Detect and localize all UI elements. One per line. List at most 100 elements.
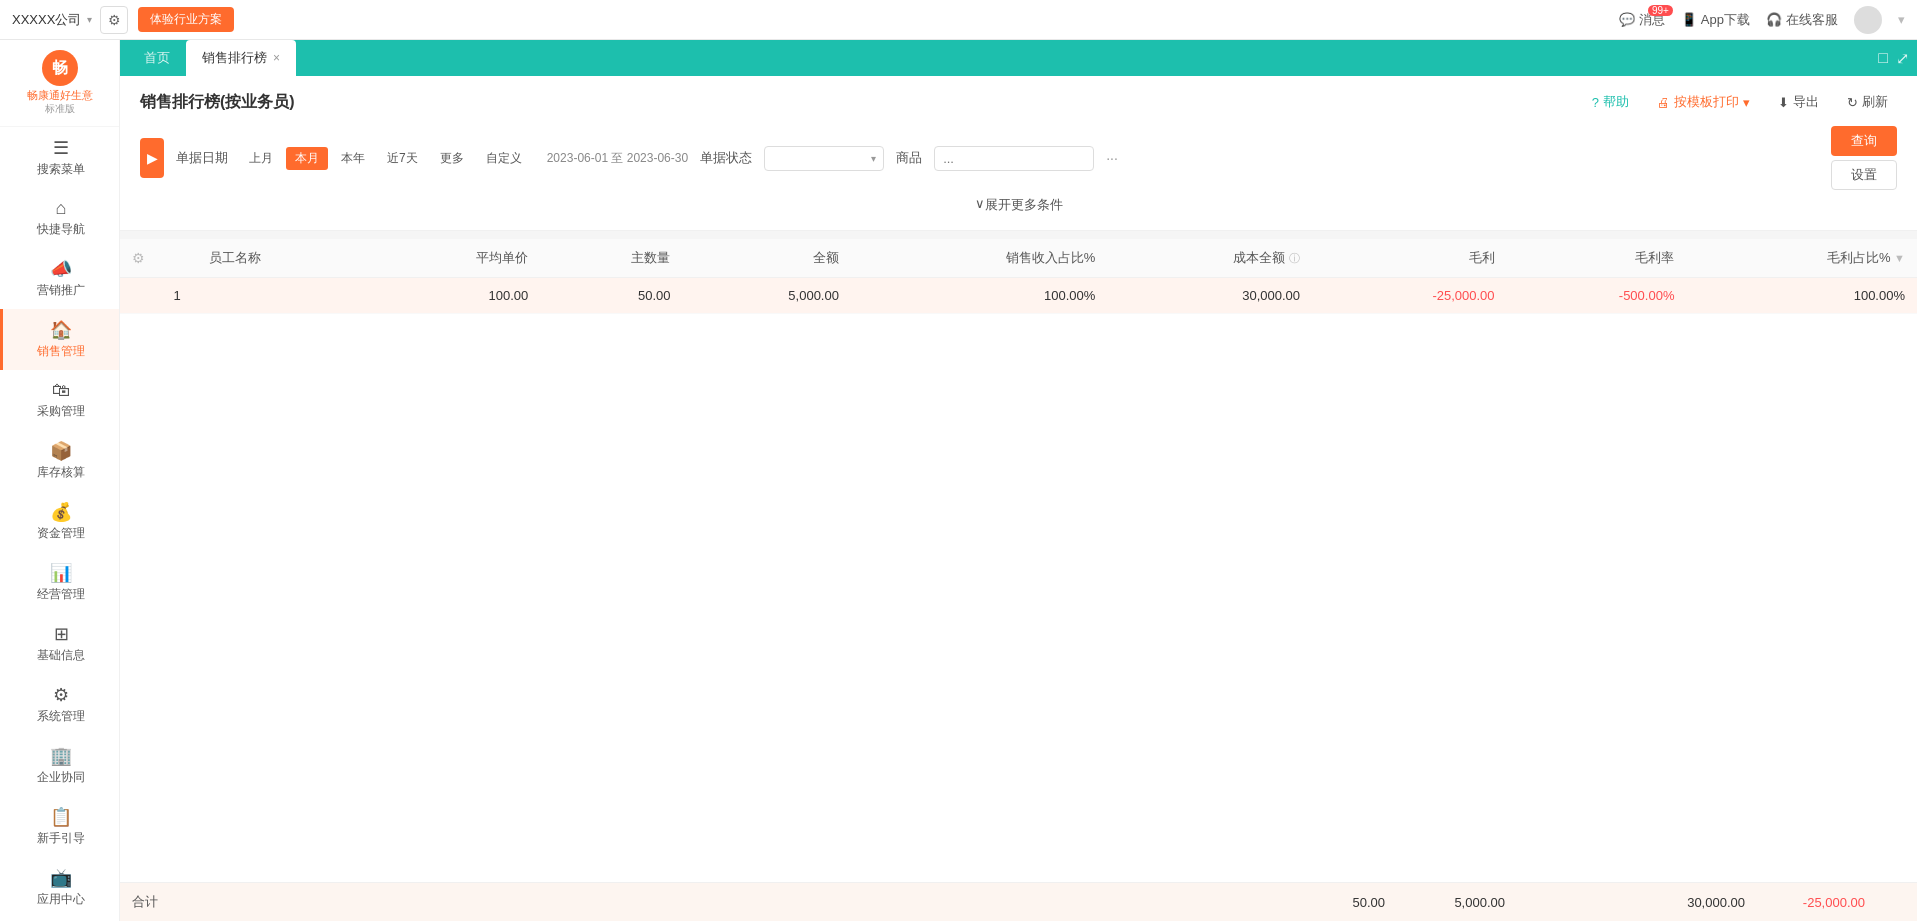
- date-tab-custom[interactable]: 自定义: [477, 147, 531, 170]
- page-content: 销售排行榜(按业务员) ? 帮助 🖨 按模板打印 ▾ ⬇ 导出: [120, 76, 1917, 921]
- company-chevron-icon: ▾: [87, 14, 92, 25]
- sales-icon: 🏠: [50, 319, 72, 341]
- trial-button[interactable]: 体验行业方案: [138, 7, 234, 32]
- filter-area: ▶ 单据日期 上月 本月 本年 近7天 更多 自定义 2023-06-01 至 …: [120, 116, 1917, 231]
- cell-amount-0: 5,000.00: [682, 278, 850, 314]
- tab-home-label: 首页: [144, 49, 170, 67]
- date-tab-more[interactable]: 更多: [431, 147, 473, 170]
- filter-settings-button[interactable]: 设置: [1831, 160, 1897, 190]
- filter-toggle-button[interactable]: ▶: [140, 138, 164, 178]
- col-avg-price-header: 平均单价: [369, 239, 541, 278]
- chevron-down-icon: ∨: [975, 196, 985, 214]
- col-settings[interactable]: ⚙: [120, 239, 157, 278]
- expand-more-conditions[interactable]: ∨ 展开更多条件: [140, 190, 1897, 220]
- logo-text: 畅康通好生意: [27, 88, 93, 102]
- more-filter-icon[interactable]: ···: [1106, 150, 1118, 166]
- date-tab-current-year[interactable]: 本年: [332, 147, 374, 170]
- date-tab-prev-month[interactable]: 上月: [240, 147, 282, 170]
- col-amount-header: 全额: [682, 239, 850, 278]
- tab-maximize-icon[interactable]: ⤢: [1896, 49, 1909, 68]
- cell-gross-0: -25,000.00: [1312, 278, 1507, 314]
- cell-qty-0: 50.00: [540, 278, 682, 314]
- query-button[interactable]: 查询: [1831, 126, 1897, 156]
- app-download-button[interactable]: 📱 App下载: [1681, 11, 1750, 29]
- col-name-header: 员工名称: [197, 239, 369, 278]
- tab-close-icon[interactable]: ×: [273, 51, 280, 65]
- sidebar-label-search: 搜索菜单: [37, 161, 85, 178]
- sidebar-item-basic[interactable]: ⊞ 基础信息: [0, 613, 119, 674]
- totals-cost: 30,000.00: [1665, 895, 1745, 910]
- cell-name-0: [197, 278, 369, 314]
- collab-icon: 🏢: [50, 745, 72, 767]
- sidebar-label-system: 系统管理: [37, 708, 85, 725]
- date-filter-label: 单据日期: [176, 149, 228, 167]
- sidebar-item-purchase[interactable]: 🛍 采购管理: [0, 370, 119, 430]
- goods-input[interactable]: [934, 146, 1094, 171]
- avatar[interactable]: [1854, 6, 1882, 34]
- tab-window-icon[interactable]: □: [1878, 49, 1888, 68]
- gross-pct-info-icon[interactable]: ▼: [1894, 252, 1905, 264]
- sidebar-item-marketing[interactable]: 📣 营销推广: [0, 248, 119, 309]
- sidebar-item-finance[interactable]: 💰 资金管理: [0, 491, 119, 552]
- sidebar-item-guide[interactable]: 📋 新手引导: [0, 796, 119, 857]
- cost-info-icon[interactable]: ⓘ: [1289, 252, 1300, 264]
- col-gross-header: 毛利: [1312, 239, 1507, 278]
- table-gear-icon[interactable]: ⚙: [132, 250, 145, 266]
- tab-sales-rank-label: 销售排行榜: [202, 49, 267, 67]
- company-name: XXXXX公司: [12, 11, 81, 29]
- print-label: 按模板打印: [1674, 93, 1739, 111]
- sidebar-item-inventory[interactable]: 📦 库存核算: [0, 430, 119, 491]
- status-filter-label: 单据状态: [700, 149, 752, 167]
- help-icon: ?: [1592, 95, 1599, 110]
- export-button[interactable]: ⬇ 导出: [1769, 88, 1828, 116]
- tab-home[interactable]: 首页: [128, 40, 186, 76]
- basic-icon: ⊞: [54, 623, 69, 645]
- sidebar-item-operations[interactable]: 📊 经营管理: [0, 552, 119, 613]
- col-rank-header: [157, 239, 197, 278]
- refresh-button[interactable]: ↻ 刷新: [1838, 88, 1897, 116]
- status-select[interactable]: [764, 146, 884, 171]
- sidebar-item-quick[interactable]: ⌂ 快捷导航: [0, 188, 119, 248]
- sidebar-item-search[interactable]: ☰ 搜索菜单: [0, 127, 119, 188]
- app-icon: 📱: [1681, 12, 1697, 27]
- sidebar-label-quick: 快捷导航: [37, 221, 85, 238]
- sidebar-item-system[interactable]: ⚙ 系统管理: [0, 674, 119, 735]
- system-icon: ⚙: [53, 684, 69, 706]
- export-icon: ⬇: [1778, 95, 1789, 110]
- search-menu-icon: ☰: [53, 137, 69, 159]
- table-row: 1 100.00 50.00 5,000.00 100.00% 30,000.0…: [120, 278, 1917, 314]
- col-revenue-pct-header: 销售收入占比%: [851, 239, 1107, 278]
- sidebar-label-operations: 经营管理: [37, 586, 85, 603]
- query-actions: 查询 设置: [1831, 126, 1897, 190]
- company-selector[interactable]: XXXXX公司 ▾: [12, 11, 92, 29]
- help-button[interactable]: ? 帮助: [1583, 88, 1638, 116]
- date-tab-7days[interactable]: 近7天: [378, 147, 427, 170]
- print-button[interactable]: 🖨 按模板打印 ▾: [1648, 88, 1759, 116]
- sidebar-label-purchase: 采购管理: [37, 403, 85, 420]
- marketing-icon: 📣: [50, 258, 72, 280]
- sidebar-item-apps[interactable]: 📺 应用中心: [0, 857, 119, 918]
- sales-rank-table: ⚙ 员工名称 平均单价 主数量 全额 销售收入占比% 成本全额 ⓘ 毛利: [120, 239, 1917, 314]
- export-label: 导出: [1793, 93, 1819, 111]
- tab-sales-rank[interactable]: 销售排行榜 ×: [186, 40, 296, 76]
- page-header: 销售排行榜(按业务员) ? 帮助 🖨 按模板打印 ▾ ⬇ 导出: [120, 76, 1917, 116]
- message-button[interactable]: 💬 消息 99+: [1619, 11, 1665, 29]
- cell-gross-pct-0: 100.00%: [1686, 278, 1917, 314]
- logo-sub: 标准版: [45, 102, 75, 116]
- status-select-wrapper[interactable]: [764, 146, 884, 171]
- expand-label: 展开更多条件: [985, 196, 1063, 214]
- home-icon: ⌂: [56, 198, 67, 219]
- totals-amount: 5,000.00: [1425, 895, 1505, 910]
- sidebar-item-sales[interactable]: 🏠 销售管理: [0, 309, 119, 370]
- totals-qty: 50.00: [1305, 895, 1385, 910]
- cell-revenue-pct-0: 100.00%: [851, 278, 1107, 314]
- cell-gross-rate-0: -500.00%: [1507, 278, 1687, 314]
- date-tab-current-month[interactable]: 本月: [286, 147, 328, 170]
- settings-icon[interactable]: ⚙: [100, 6, 128, 34]
- service-button[interactable]: 🎧 在线客服: [1766, 11, 1838, 29]
- goods-filter-label: 商品: [896, 149, 922, 167]
- sidebar-item-collab[interactable]: 🏢 企业协同: [0, 735, 119, 796]
- sidebar-label-marketing: 营销推广: [37, 282, 85, 299]
- sidebar: 畅 畅康通好生意 标准版 ☰ 搜索菜单 ⌂ 快捷导航 📣 营销推广 🏠 销售管理…: [0, 40, 120, 921]
- logo-icon: 畅: [42, 50, 78, 86]
